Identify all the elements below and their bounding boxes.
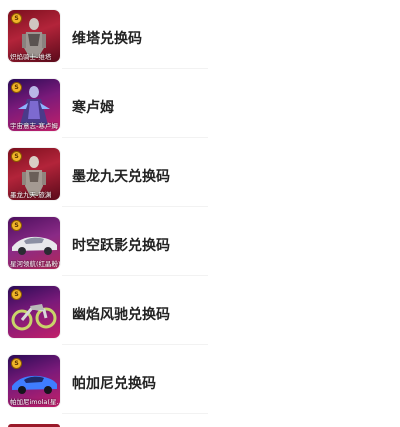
rarity-badge: S [11, 13, 22, 24]
list-item[interactable]: S 星河领航(红晶粉) 时空跃影兑换码 [0, 207, 400, 276]
item-title: 时空跃影兑换码 [72, 238, 170, 254]
item-title: 寒卢姆 [72, 100, 114, 116]
item-thumbnail: S 宇宙意志-寒卢姆 [8, 79, 60, 131]
item-title: 帕加尼兑换码 [72, 376, 156, 392]
list-item[interactable]: S 炽焰骑士-维塔 维塔兑换码 [0, 0, 400, 69]
item-title: 维塔兑换码 [72, 31, 142, 47]
list-item[interactable]: S 宇宙意志-寒卢姆 寒卢姆 [0, 69, 400, 138]
divider [62, 413, 208, 414]
rarity-badge: S [11, 82, 22, 93]
thumbnail-caption: 炽焰骑士-维塔 [10, 53, 52, 61]
thumbnail-caption: 墨龙九天-旅渊 [10, 191, 52, 199]
item-title: 墨龙九天兑换码 [72, 169, 170, 185]
thumbnail-caption: 宇宙意志-寒卢姆 [10, 122, 58, 130]
list-item[interactable]: S 墨龙九天-旅渊 墨龙九天兑换码 [0, 138, 400, 207]
item-thumbnail: S 帕加尼imola(星... [8, 355, 60, 407]
item-thumbnail: S 星河领航(红晶粉) [8, 217, 60, 269]
rarity-badge: S [11, 289, 22, 300]
item-title: 幽焰风驰兑换码 [72, 307, 170, 323]
thumbnail-caption: 星河领航(红晶粉) [10, 260, 60, 268]
redeem-code-list: S 炽焰骑士-维塔 维塔兑换码 S 宇宙意志-寒卢姆 寒卢姆 S 墨龙九天-旅渊… [0, 0, 400, 414]
item-thumbnail: S 炽焰骑士-维塔 [8, 10, 60, 62]
item-thumbnail: S 墨龙九天-旅渊 [8, 148, 60, 200]
item-thumbnail: S [8, 286, 60, 338]
rarity-badge: S [11, 151, 22, 162]
list-item[interactable]: S 帕加尼imola(星... 帕加尼兑换码 [0, 345, 400, 414]
thumbnail-caption: 帕加尼imola(星... [10, 398, 60, 406]
rarity-badge: S [11, 220, 22, 231]
rarity-badge: S [11, 358, 22, 369]
list-item[interactable]: S 幽焰风驰兑换码 [0, 276, 400, 345]
